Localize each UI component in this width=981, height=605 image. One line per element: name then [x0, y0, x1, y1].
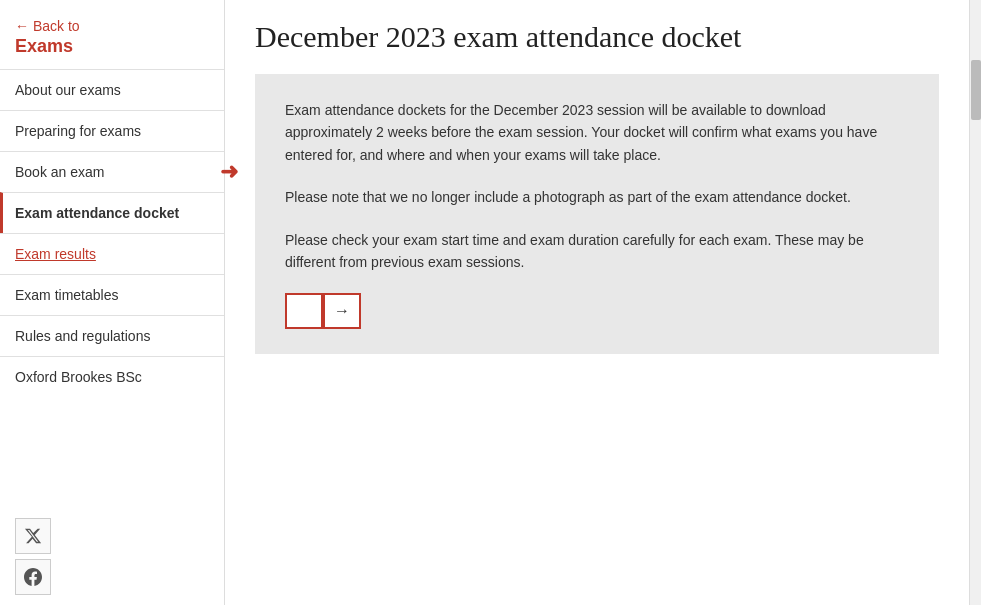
- sidebar-item-label: Exam attendance docket: [15, 205, 179, 221]
- annotation-arrow-icon: ➜: [220, 159, 238, 185]
- next-arrow-icon: →: [334, 302, 350, 320]
- sidebar: ← Back to Exams About our exams Preparin…: [0, 0, 225, 605]
- sidebar-item-label: Exam results: [15, 246, 96, 262]
- scrollbar-thumb[interactable]: [971, 60, 981, 120]
- arrow-left-icon: ← Back to: [15, 18, 80, 34]
- facebook-icon[interactable]: [15, 559, 51, 595]
- paragraph-2: Please note that we no longer include a …: [285, 186, 909, 208]
- sidebar-item-exam-attendance-docket[interactable]: Exam attendance docket: [0, 192, 224, 233]
- sidebar-item-preparing-for-exams[interactable]: Preparing for exams: [0, 110, 224, 151]
- sidebar-item-label: Rules and regulations: [15, 328, 150, 344]
- sidebar-item-label: Book an exam: [15, 164, 105, 180]
- sidebar-item-label: Preparing for exams: [15, 123, 141, 139]
- sidebar-item-label: Oxford Brookes BSc: [15, 369, 142, 385]
- paragraph-1: Exam attendance dockets for the December…: [285, 99, 909, 166]
- sidebar-item-label: Exam timetables: [15, 287, 118, 303]
- back-title: Exams: [15, 36, 73, 57]
- sidebar-item-about-our-exams[interactable]: About our exams: [0, 69, 224, 110]
- sidebar-item-exam-timetables[interactable]: Exam timetables: [0, 274, 224, 315]
- sidebar-item-exam-results[interactable]: Exam results: [0, 233, 224, 274]
- prev-button[interactable]: [285, 293, 323, 329]
- back-arrow: ← Back to: [15, 18, 85, 34]
- social-icons: [15, 518, 51, 595]
- nav-buttons: →: [285, 293, 909, 329]
- twitter-icon[interactable]: [15, 518, 51, 554]
- main-content: December 2023 exam attendance docket Exa…: [225, 0, 969, 605]
- sidebar-item-book-an-exam[interactable]: Book an exam ➜: [0, 151, 224, 192]
- page-title: December 2023 exam attendance docket: [255, 20, 939, 54]
- content-box: Exam attendance dockets for the December…: [255, 74, 939, 354]
- sidebar-item-oxford-brookes-bsc[interactable]: Oxford Brookes BSc: [0, 356, 224, 397]
- sidebar-item-rules-and-regulations[interactable]: Rules and regulations: [0, 315, 224, 356]
- back-link[interactable]: ← Back to Exams: [0, 10, 224, 69]
- paragraph-3: Please check your exam start time and ex…: [285, 229, 909, 274]
- next-button[interactable]: →: [323, 293, 361, 329]
- sidebar-item-label: About our exams: [15, 82, 121, 98]
- scrollbar-track[interactable]: [969, 0, 981, 605]
